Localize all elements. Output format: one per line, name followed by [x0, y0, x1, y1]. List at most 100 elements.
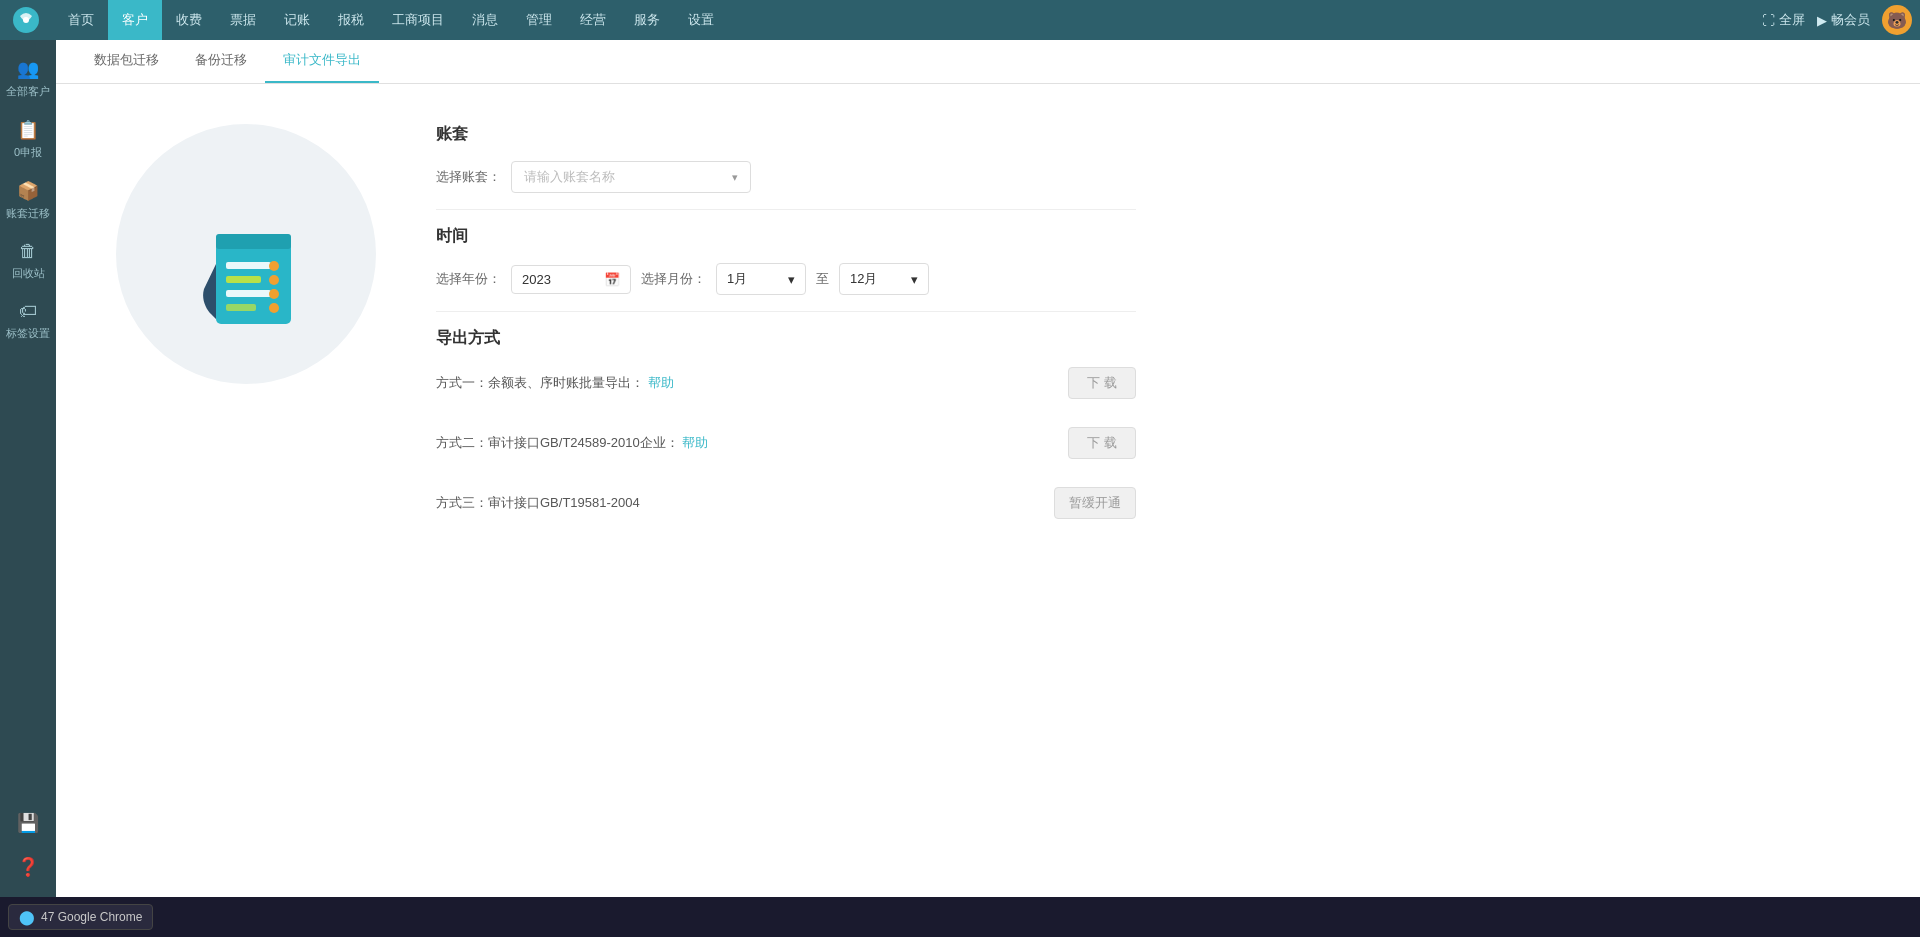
sidebar-item-account-migration[interactable]: 📦 账套迁移: [0, 170, 56, 231]
export-method-1-help[interactable]: 帮助: [648, 375, 674, 390]
month-end-select[interactable]: 12月 ▾: [839, 263, 929, 295]
avatar[interactable]: 🐻: [1882, 5, 1912, 35]
year-input[interactable]: 2023 📅: [511, 265, 631, 294]
sidebar-item-label: 0申报: [14, 145, 42, 160]
export-method-2-help[interactable]: 帮助: [682, 435, 708, 450]
nav-fees[interactable]: 收费: [162, 0, 216, 40]
customers-icon: 👥: [17, 58, 39, 80]
audit-illustration: [156, 154, 336, 354]
export-method-3-coming-soon-button[interactable]: 暂缓开通: [1054, 487, 1136, 519]
nav-settings[interactable]: 设置: [674, 0, 728, 40]
chevron-down-icon-month-end: ▾: [911, 272, 918, 287]
svg-rect-6: [226, 290, 271, 297]
month-separator: 至: [816, 270, 829, 288]
vip-label: 畅会员: [1831, 11, 1870, 29]
declaration-icon: 📋: [17, 119, 39, 141]
main-layout: 👥 全部客户 📋 0申报 📦 账套迁移 🗑 回收站 🏷 标签设置 💾 ❓ 数据包…: [0, 40, 1920, 897]
svg-rect-3: [216, 234, 291, 249]
year-value: 2023: [522, 272, 551, 287]
nav-messages[interactable]: 消息: [458, 0, 512, 40]
sidebar-item-recycle[interactable]: 🗑 回收站: [0, 231, 56, 291]
taskbar-chrome-label: 47 Google Chrome: [41, 910, 142, 924]
fullscreen-icon: ⛶: [1762, 13, 1775, 28]
sidebar-item-tag-settings[interactable]: 🏷 标签设置: [0, 291, 56, 351]
nav-bookkeeping[interactable]: 记账: [270, 0, 324, 40]
sidebar-help-icon[interactable]: ❓: [0, 849, 56, 885]
form-area: 账套 选择账套： 请输入账套名称 ▾ 时间 选择年份： 2023 📅: [436, 124, 1136, 857]
svg-point-1: [23, 17, 29, 23]
month-label: 选择月份：: [641, 270, 706, 288]
section-divider-1: [436, 209, 1136, 210]
svg-rect-4: [226, 262, 271, 269]
month-start-value: 1月: [727, 270, 747, 288]
taskbar: ⬤ 47 Google Chrome: [0, 897, 1920, 937]
calendar-icon: 📅: [604, 272, 620, 287]
nav-business[interactable]: 工商项目: [378, 0, 458, 40]
svg-rect-5: [226, 276, 261, 283]
svg-rect-7: [226, 304, 256, 311]
svg-point-8: [269, 261, 279, 271]
tag-icon: 🏷: [19, 301, 37, 322]
sidebar: 👥 全部客户 📋 0申报 📦 账套迁移 🗑 回收站 🏷 标签设置 💾 ❓: [0, 40, 56, 897]
account-select-label: 选择账套：: [436, 168, 501, 186]
sidebar-item-all-customers[interactable]: 👥 全部客户: [0, 48, 56, 109]
migration-icon: 📦: [17, 180, 39, 202]
top-nav-right: ⛶ 全屏 ▶ 畅会员 🐻: [1762, 5, 1912, 35]
account-select[interactable]: 请输入账套名称 ▾: [511, 161, 751, 193]
account-select-row: 选择账套： 请输入账套名称 ▾: [436, 161, 1136, 193]
export-method-3-row: 方式三：审计接口GB/T19581-2004 暂缓开通: [436, 487, 1136, 519]
account-select-placeholder: 请输入账套名称: [524, 168, 615, 186]
nav-invoice[interactable]: 票据: [216, 0, 270, 40]
sidebar-item-label: 回收站: [12, 266, 45, 281]
play-icon: ▶: [1817, 13, 1827, 28]
page-content: 账套 选择账套： 请输入账套名称 ▾ 时间 选择年份： 2023 📅: [56, 84, 1920, 897]
tabs-bar: 数据包迁移 备份迁移 审计文件导出: [56, 40, 1920, 84]
export-method-2-label: 方式二：审计接口GB/T24589-2010企业： 帮助: [436, 434, 708, 452]
svg-point-10: [269, 289, 279, 299]
vip-button[interactable]: ▶ 畅会员: [1817, 11, 1870, 29]
content-area: 数据包迁移 备份迁移 审计文件导出: [56, 40, 1920, 897]
chevron-down-icon-month: ▾: [788, 272, 795, 287]
time-section-title: 时间: [436, 226, 1136, 247]
trash-icon: 🗑: [19, 241, 37, 262]
nav-customer[interactable]: 客户: [108, 0, 162, 40]
month-start-select[interactable]: 1月 ▾: [716, 263, 806, 295]
app-logo: [8, 2, 44, 38]
export-method-1-row: 方式一：余额表、序时账批量导出： 帮助 下 载: [436, 367, 1136, 399]
nav-operation[interactable]: 经营: [566, 0, 620, 40]
svg-point-11: [269, 303, 279, 313]
sidebar-item-label: 账套迁移: [6, 206, 50, 221]
export-method-2-download-button[interactable]: 下 载: [1068, 427, 1136, 459]
fullscreen-button[interactable]: ⛶ 全屏: [1762, 11, 1805, 29]
account-section-title: 账套: [436, 124, 1136, 145]
sidebar-item-zero-declaration[interactable]: 📋 0申报: [0, 109, 56, 170]
time-row: 选择年份： 2023 📅 选择月份： 1月 ▾ 至 12月 ▾: [436, 263, 1136, 295]
illustration-area: [116, 124, 376, 384]
sidebar-item-label: 标签设置: [6, 326, 50, 341]
month-end-value: 12月: [850, 270, 877, 288]
nav-home[interactable]: 首页: [54, 0, 108, 40]
nav-management[interactable]: 管理: [512, 0, 566, 40]
nav-tax[interactable]: 报税: [324, 0, 378, 40]
chevron-down-icon: ▾: [732, 171, 738, 184]
export-method-1-label: 方式一：余额表、序时账批量导出： 帮助: [436, 374, 674, 392]
tab-backup-migration[interactable]: 备份迁移: [177, 40, 265, 83]
sidebar-bottom: 💾 ❓: [0, 805, 56, 897]
tab-audit-export[interactable]: 审计文件导出: [265, 40, 379, 83]
chrome-icon: ⬤: [19, 909, 35, 925]
tab-data-migration[interactable]: 数据包迁移: [76, 40, 177, 83]
export-method-3-label: 方式三：审计接口GB/T19581-2004: [436, 494, 640, 512]
nav-service[interactable]: 服务: [620, 0, 674, 40]
export-method-2-row: 方式二：审计接口GB/T24589-2010企业： 帮助 下 载: [436, 427, 1136, 459]
svg-point-9: [269, 275, 279, 285]
section-divider-2: [436, 311, 1136, 312]
taskbar-chrome[interactable]: ⬤ 47 Google Chrome: [8, 904, 153, 930]
fullscreen-label: 全屏: [1779, 11, 1805, 29]
illustration-circle: [116, 124, 376, 384]
sidebar-download-icon[interactable]: 💾: [0, 805, 56, 841]
export-method-1-download-button[interactable]: 下 载: [1068, 367, 1136, 399]
top-nav: 首页 客户 收费 票据 记账 报税 工商项目 消息 管理 经营 服务 设置 ⛶ …: [0, 0, 1920, 40]
export-section-title: 导出方式: [436, 328, 1136, 349]
year-label: 选择年份：: [436, 270, 501, 288]
sidebar-item-label: 全部客户: [6, 84, 50, 99]
